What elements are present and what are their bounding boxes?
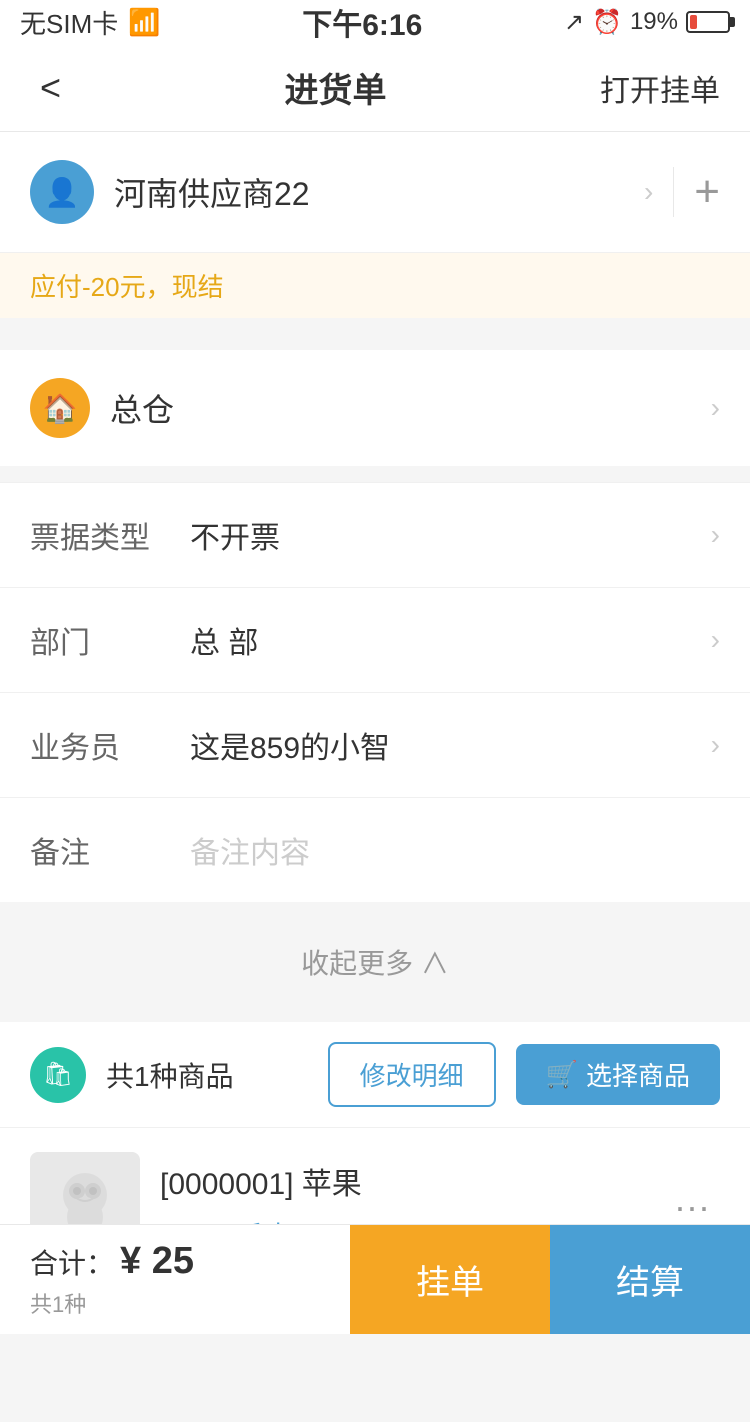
sales-value: 这是859的小智 <box>190 723 711 767</box>
ticket-value: 不开票 <box>190 513 711 557</box>
remark-input[interactable]: 备注内容 <box>190 828 720 872</box>
page-title: 进货单 <box>285 63 387 112</box>
select-label: 选择商品 <box>586 1056 690 1093</box>
ticket-label: 票据类型 <box>30 513 190 557</box>
battery-icon <box>686 11 730 33</box>
form-section: 票据类型 不开票 › 部门 总 部 › 业务员 这是859的小智 › 备注 备注… <box>0 482 750 902</box>
sales-row[interactable]: 业务员 这是859的小智 › <box>0 692 750 797</box>
chevron-right-icon: › <box>711 624 720 656</box>
warehouse-name: 总仓 <box>110 385 711 431</box>
status-bar: 无SIM卡 📶 下午6:16 ↗ ⏰ 19% <box>0 0 750 44</box>
carrier-label: 无SIM卡 <box>20 4 118 41</box>
product-code: [0000001] 苹果 <box>160 1168 362 1201</box>
dept-row[interactable]: 部门 总 部 › <box>0 587 750 692</box>
location-icon: ↗ <box>564 8 584 37</box>
select-icon: 🛒 <box>546 1059 578 1090</box>
footer-total-row: 合计： ¥ 25 <box>30 1240 320 1283</box>
chevron-right-icon: › <box>711 392 720 424</box>
supplier-avatar: 👤 <box>30 160 94 224</box>
dept-value: 总 部 <box>190 618 711 662</box>
supplier-section: 👤 河南供应商22 › + 应付-20元，现结 <box>0 132 750 334</box>
products-count: 共1种商品 <box>106 1055 308 1095</box>
battery-percent: 19% <box>630 8 678 36</box>
back-button[interactable]: < <box>30 57 71 119</box>
total-sub: 共1种 <box>30 1287 320 1319</box>
warehouse-section[interactable]: 🏠 总仓 › <box>0 350 750 466</box>
dept-label: 部门 <box>30 618 190 662</box>
product-name: [0000001] 苹果 <box>160 1159 644 1203</box>
warehouse-icon: 🏠 <box>30 378 90 438</box>
add-button[interactable]: + <box>694 170 720 214</box>
total-label: 合计： <box>30 1242 114 1282</box>
supplier-row[interactable]: 👤 河南供应商22 › + <box>0 132 750 253</box>
products-icon: 🛍 <box>30 1047 86 1103</box>
footer-total: 合计： ¥ 25 共1种 <box>0 1225 350 1334</box>
status-time: 下午6:16 <box>302 0 422 44</box>
sales-label: 业务员 <box>30 723 190 767</box>
select-product-button[interactable]: 🛒 选择商品 <box>516 1044 720 1105</box>
alarm-icon: ⏰ <box>592 8 622 37</box>
modify-detail-button[interactable]: 修改明细 <box>328 1042 496 1107</box>
status-right: ↗ ⏰ 19% <box>564 8 730 37</box>
remark-row[interactable]: 备注 备注内容 <box>0 797 750 902</box>
avatar-icon: 👤 <box>45 176 80 209</box>
total-value: ¥ 25 <box>120 1240 194 1283</box>
wifi-icon: 📶 <box>128 7 160 38</box>
status-left: 无SIM卡 📶 <box>20 4 161 41</box>
supplier-name: 河南供应商22 <box>114 169 644 215</box>
nav-bar: < 进货单 打开挂单 <box>0 44 750 132</box>
settle-button[interactable]: 结算 <box>550 1225 750 1334</box>
chevron-right-icon: › <box>644 176 653 208</box>
ticket-row[interactable]: 票据类型 不开票 › <box>0 482 750 587</box>
footer: 合计： ¥ 25 共1种 挂单 结算 <box>0 1224 750 1334</box>
bag-icon: 🛍 <box>43 1060 73 1089</box>
products-header: 🛍 共1种商品 修改明细 🛒 选择商品 <box>0 1022 750 1128</box>
chevron-right-icon: › <box>711 729 720 761</box>
tip-row: 应付-20元，现结 <box>0 253 750 334</box>
tip-text: 应付-20元，现结 <box>30 272 224 302</box>
chevron-right-icon: › <box>711 519 720 551</box>
collapse-label: 收起更多 ∧ <box>301 942 449 982</box>
warehouse-row[interactable]: 🏠 总仓 › <box>0 350 750 466</box>
hang-button[interactable]: 挂单 <box>350 1225 550 1334</box>
remark-label: 备注 <box>30 828 190 872</box>
collapse-row[interactable]: 收起更多 ∧ <box>0 918 750 1006</box>
divider <box>673 167 674 217</box>
open-hang-button[interactable]: 打开挂单 <box>600 66 720 110</box>
